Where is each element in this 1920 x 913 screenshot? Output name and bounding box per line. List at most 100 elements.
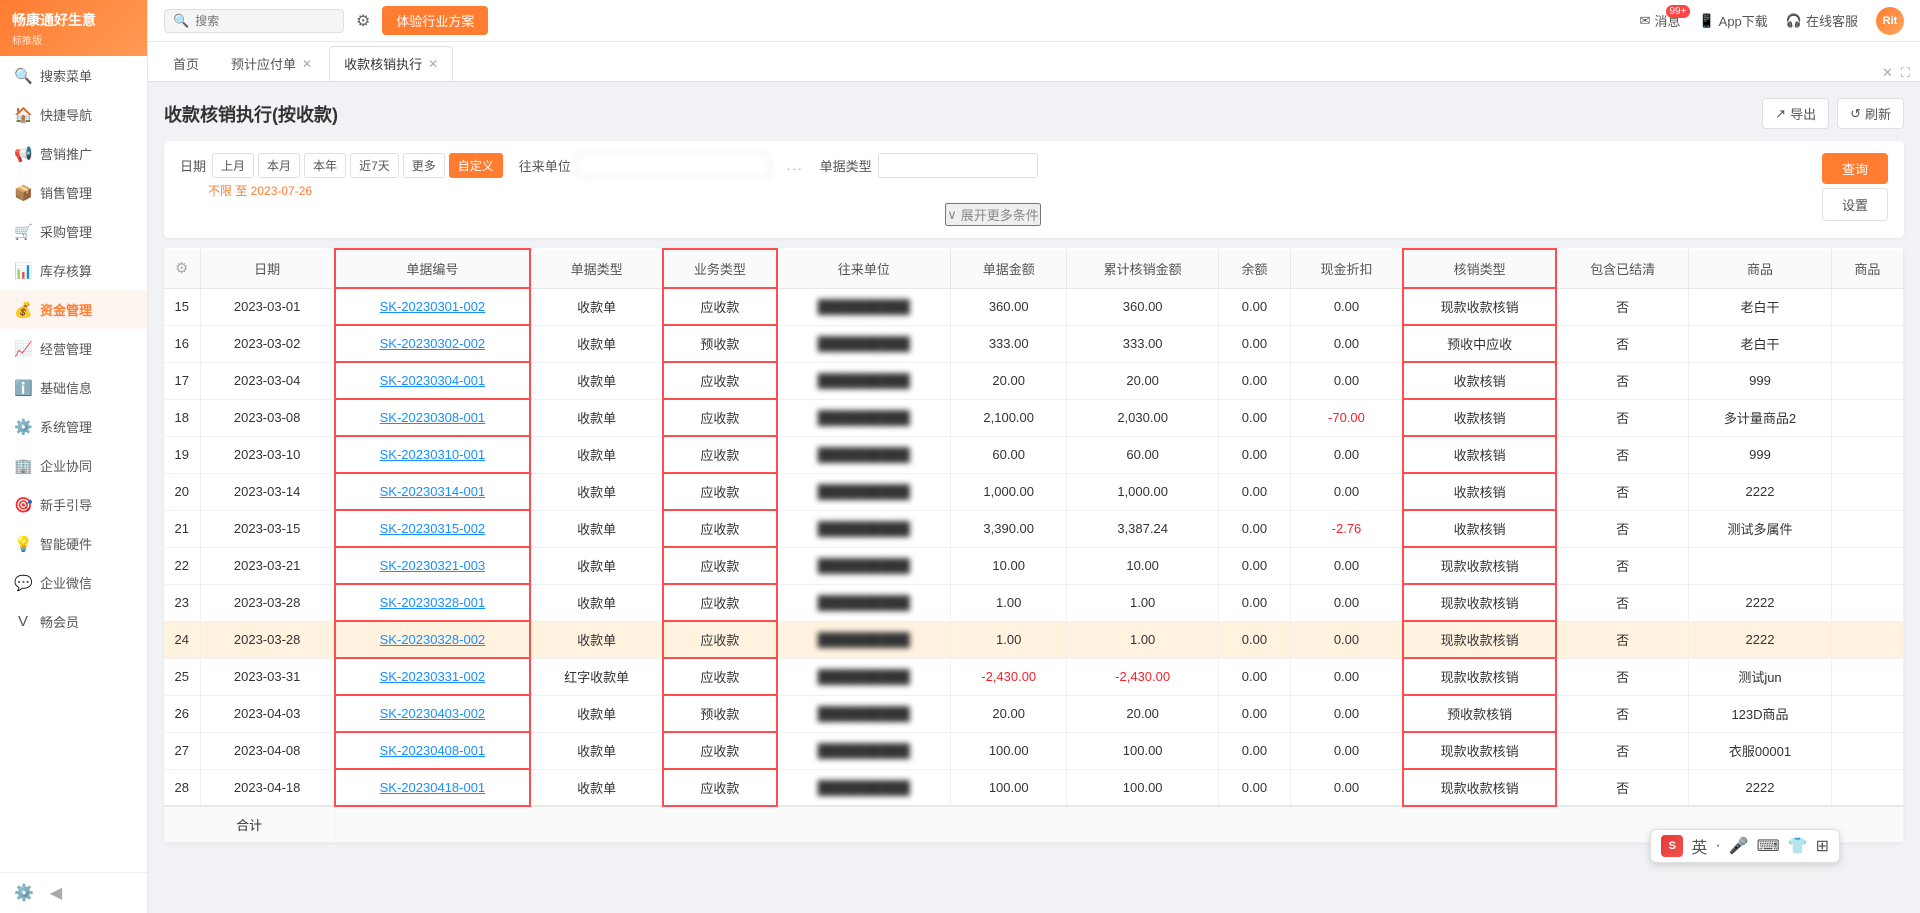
- bill-no-link[interactable]: SK-20230328-002: [380, 632, 486, 647]
- td-total-writeoff: 333.00: [1067, 325, 1219, 362]
- grid-icon[interactable]: ⊞: [1816, 836, 1829, 856]
- date-btn-this-month[interactable]: 本月: [258, 153, 300, 178]
- td-date: 2023-03-04: [200, 362, 335, 399]
- td-index: 19: [164, 436, 200, 473]
- date-btn-custom[interactable]: 自定义: [449, 153, 503, 178]
- date-btn-last-month[interactable]: 上月: [212, 153, 254, 178]
- td-cash-discount: 0.00: [1290, 473, 1403, 510]
- table-scroll[interactable]: ⚙ 日期 单据编号 单据类型 业务类型 往来单位 单据金额 累计核销金额 余额 …: [164, 248, 1904, 843]
- messages-wrap[interactable]: ✉ 消息 99+: [1640, 11, 1681, 30]
- shirt-icon[interactable]: 👕: [1788, 836, 1808, 856]
- collapse-icon[interactable]: ◀: [50, 883, 62, 903]
- date-btn-this-year[interactable]: 本年: [304, 153, 346, 178]
- query-button[interactable]: 查询: [1822, 153, 1888, 184]
- ime-logo: S: [1661, 835, 1683, 857]
- sidebar-item-quicknav[interactable]: 🏠 快捷导航: [0, 95, 147, 134]
- export-button[interactable]: ↗ 导出: [1762, 98, 1829, 129]
- td-bill-no: SK-20230302-002: [335, 325, 530, 362]
- td-product2: [1831, 547, 1903, 584]
- topbar-search-input[interactable]: [195, 14, 335, 28]
- tab-close-pre-receivable[interactable]: ✕: [302, 57, 312, 71]
- sidebar-item-member[interactable]: V 畅会员: [0, 602, 147, 641]
- sidebar-item-enterprise-wx[interactable]: 💬 企业微信: [0, 563, 147, 602]
- td-bill-type: 收款单: [530, 695, 663, 732]
- filter-right-btns: 查询 设置: [1822, 153, 1888, 221]
- bill-no-link[interactable]: SK-20230408-001: [380, 743, 486, 758]
- td-include-settled: 否: [1556, 473, 1688, 510]
- ime-icon-1[interactable]: 英: [1691, 834, 1707, 858]
- refresh-button[interactable]: ↺ 刷新: [1837, 98, 1904, 129]
- export-icon: ↗: [1775, 106, 1786, 122]
- expand-more-btn[interactable]: ∨ 展开更多条件: [945, 203, 1041, 226]
- td-counterpart: ██████████: [777, 658, 951, 695]
- bill-no-link[interactable]: SK-20230328-001: [380, 595, 486, 610]
- date-btn-7days[interactable]: 近7天: [350, 153, 399, 178]
- td-counterpart: ██████████: [777, 769, 951, 806]
- td-total-writeoff: 3,387.24: [1067, 510, 1219, 547]
- bill-no-link[interactable]: SK-20230418-001: [380, 780, 486, 795]
- app-download-item[interactable]: 📱 App下载: [1698, 11, 1767, 30]
- sidebar-item-label: 销售管理: [40, 183, 92, 202]
- sidebar-item-system[interactable]: ⚙️ 系统管理: [0, 407, 147, 446]
- filter-dots[interactable]: ...: [787, 158, 804, 173]
- td-writeoff-type: 现款收款核销: [1403, 732, 1556, 769]
- chevron-down-icon: ∨: [947, 207, 957, 223]
- sidebar-item-finance[interactable]: 💰 资金管理: [0, 290, 147, 329]
- search-menu-icon: 🔍: [14, 67, 32, 85]
- td-total-writeoff: 60.00: [1067, 436, 1219, 473]
- bill-no-link[interactable]: SK-20230302-002: [380, 336, 486, 351]
- td-product2: [1831, 362, 1903, 399]
- bill-no-link[interactable]: SK-20230310-001: [380, 447, 486, 462]
- bill-no-link[interactable]: SK-20230331-002: [380, 669, 486, 684]
- sidebar-item-marketing[interactable]: 📢 营销推广: [0, 134, 147, 173]
- setting-button[interactable]: 设置: [1822, 188, 1888, 221]
- sidebar-item-smart-hw[interactable]: 💡 智能硬件: [0, 524, 147, 563]
- sidebar-item-enterprise[interactable]: 🏢 企业协同: [0, 446, 147, 485]
- keyboard-icon[interactable]: ⌨: [1757, 836, 1780, 856]
- doc-type-select[interactable]: [878, 153, 1038, 178]
- td-balance: 0.00: [1218, 510, 1290, 547]
- bill-no-link[interactable]: SK-20230403-002: [380, 706, 486, 721]
- sidebar-item-inventory[interactable]: 📊 库存核算: [0, 251, 147, 290]
- online-service-item[interactable]: 🎧 在线客服: [1786, 11, 1858, 30]
- sidebar-item-operation[interactable]: 📈 经营管理: [0, 329, 147, 368]
- td-product: 2222: [1689, 621, 1832, 658]
- th-settings[interactable]: ⚙: [164, 249, 200, 288]
- td-bill-type: 收款单: [530, 399, 663, 436]
- sidebar-item-purchase[interactable]: 🛒 采购管理: [0, 212, 147, 251]
- sidebar-item-beginner[interactable]: 🎯 新手引导: [0, 485, 147, 524]
- topbar-solution-btn[interactable]: 体验行业方案: [382, 6, 488, 35]
- bill-no-link[interactable]: SK-20230301-002: [380, 299, 486, 314]
- th-cash-discount: 现金折扣: [1290, 249, 1403, 288]
- tab-close-writeoff[interactable]: ✕: [428, 57, 438, 71]
- sidebar-item-label: 营销推广: [40, 144, 92, 163]
- fullscreen-icon[interactable]: ⛶: [1901, 65, 1910, 81]
- bill-no-link[interactable]: SK-20230315-002: [380, 521, 486, 536]
- mic-icon[interactable]: 🎤: [1729, 836, 1749, 856]
- date-btn-more[interactable]: 更多: [403, 153, 445, 178]
- td-balance: 0.00: [1218, 436, 1290, 473]
- td-product2: [1831, 473, 1903, 510]
- tab-home[interactable]: 首页: [158, 46, 214, 81]
- topbar-gear-icon[interactable]: ⚙: [356, 11, 370, 31]
- tab-pre-receivable[interactable]: 预计应付单 ✕: [216, 46, 327, 81]
- td-product: 2222: [1689, 473, 1832, 510]
- counterpart-input[interactable]: [577, 153, 771, 178]
- td-bill-no: SK-20230328-002: [335, 621, 530, 658]
- gear-column-icon[interactable]: ⚙: [175, 260, 188, 277]
- bill-no-link[interactable]: SK-20230304-001: [380, 373, 486, 388]
- bill-no-link[interactable]: SK-20230314-001: [380, 484, 486, 499]
- settings-icon[interactable]: ⚙️: [14, 883, 34, 903]
- tab-writeoff-exec[interactable]: 收款核销执行 ✕: [329, 46, 453, 81]
- bill-no-link[interactable]: SK-20230321-003: [380, 558, 486, 573]
- ime-icon-2[interactable]: ·: [1715, 837, 1720, 855]
- sidebar-item-sales[interactable]: 📦 销售管理: [0, 173, 147, 212]
- td-bill-type: 收款单: [530, 288, 663, 325]
- sidebar-item-search[interactable]: 🔍 搜索菜单: [0, 56, 147, 95]
- bill-no-link[interactable]: SK-20230308-001: [380, 410, 486, 425]
- avatar[interactable]: Rit: [1876, 7, 1904, 35]
- td-bill-type: 收款单: [530, 473, 663, 510]
- sidebar-item-basic-info[interactable]: ℹ️ 基础信息: [0, 368, 147, 407]
- close-all-tabs-icon[interactable]: ✕: [1882, 65, 1893, 81]
- td-date: 2023-03-14: [200, 473, 335, 510]
